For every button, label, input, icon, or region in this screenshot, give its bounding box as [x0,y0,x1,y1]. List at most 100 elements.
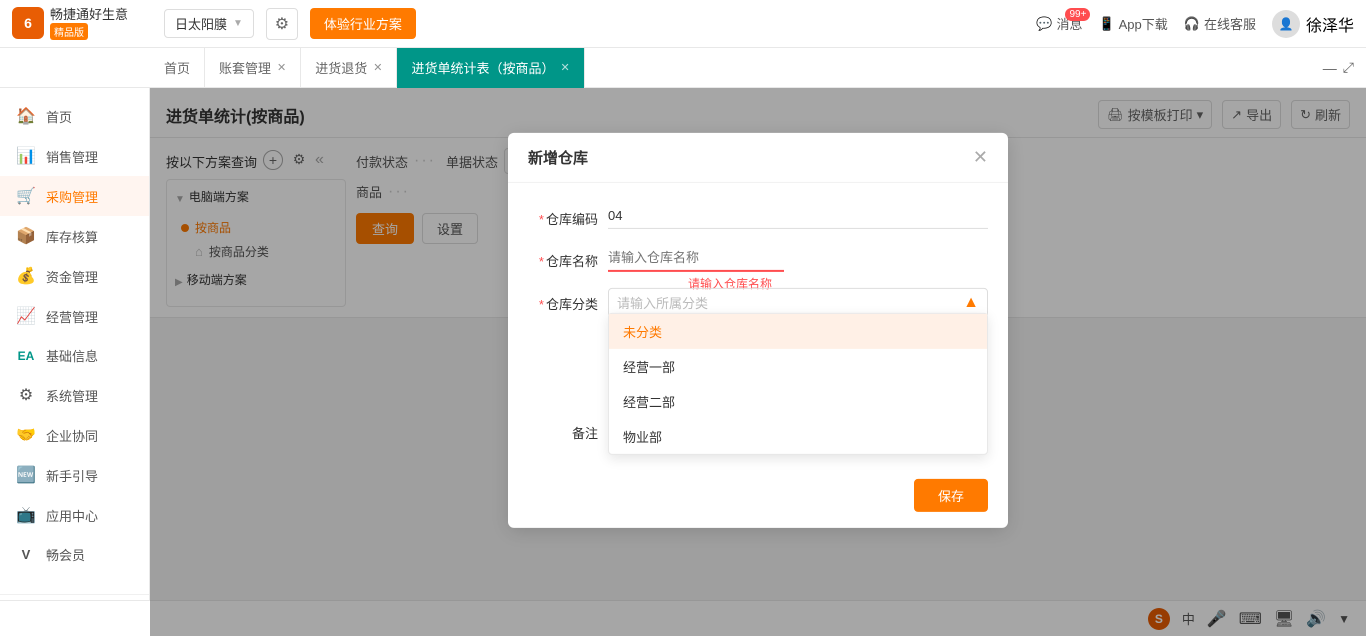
dropdown-option-dept2[interactable]: 经营二部 [609,384,987,419]
operation-icon: 📈 [16,306,36,326]
content-area: 进货单统计(按商品) 🖨 按模板打印 ▾ ↗ 导出 ↻ 刷新 [150,88,1366,636]
add-warehouse-modal: 新增仓库 ✕ *仓库编码 *仓库名称 [508,133,1008,528]
headset-icon: 🎧 [1184,16,1200,32]
sidebar-item-system[interactable]: ⚙ 系统管理 [0,375,149,415]
sidebar-guide-label: 新手引导 [46,466,98,485]
message-icon: 💬 [1036,16,1052,32]
messages-button[interactable]: 💬 消息 99+ [1036,14,1082,33]
tab-window-controls: — ⤢ [1323,59,1366,76]
sidebar-item-inventory[interactable]: 📦 库存核算 [0,216,149,256]
warehouse-category-row: *仓库分类 请输入所属分类 ▲ 未分类 经营一部 经营二部 物业部 [528,288,988,317]
guide-icon: 🆕 [16,465,36,485]
sidebar-item-operation[interactable]: 📈 经营管理 [0,296,149,336]
finance-icon: 💰 [16,266,36,286]
sidebar-item-collab[interactable]: 🤝 企业协同 [0,415,149,455]
sidebar-member-label: 畅会员 [46,545,85,564]
maximize-icon[interactable]: ⤢ [1343,59,1354,76]
tab-account[interactable]: 账套管理 ✕ [205,48,301,88]
warehouse-code-input[interactable] [608,203,988,229]
header-right: 💬 消息 99+ 📱 App下载 🎧 在线客服 👤 徐泽华 [1036,10,1354,38]
modal-footer: 保存 [508,469,1008,528]
sidebar: 🏠 首页 📊 销售管理 🛒 采购管理 📦 库存核算 💰 资金管理 📈 经营管理 … [0,88,150,636]
modal-title: 新增仓库 [528,147,588,168]
category-placeholder: 请输入所属分类 [617,293,708,312]
user-avatar: 👤 [1272,10,1300,38]
sidebar-collab-label: 企业协同 [46,426,98,445]
modal-close-button[interactable]: ✕ [973,147,988,168]
sidebar-base-info-label: 基础信息 [46,346,98,365]
chevron-up-icon: ▲ [963,293,979,311]
apps-icon: 📺 [16,505,36,525]
logo-area: 6 畅捷通好生意 精品版 [12,7,152,41]
inventory-icon: 📦 [16,226,36,246]
sidebar-item-apps[interactable]: 📺 应用中心 [0,495,149,535]
sidebar-finance-label: 资金管理 [46,267,98,286]
member-icon: V [16,547,36,562]
notification-badge: 99+ [1065,8,1090,21]
tab-purchase-stat[interactable]: 进货单统计表（按商品） ✕ [397,48,584,88]
sidebar-home-label: 首页 [46,107,72,126]
user-name: 徐泽华 [1306,12,1354,36]
dropdown-option-property[interactable]: 物业部 [609,419,987,454]
app-download-button[interactable]: 📱 App下载 [1098,14,1167,33]
sidebar-item-member[interactable]: V 畅会员 [0,535,149,574]
sidebar-item-finance[interactable]: 💰 资金管理 [0,256,149,296]
chevron-down-icon: ▼ [233,18,243,29]
online-service-label: 在线客服 [1204,14,1256,33]
main-layout: 🏠 首页 📊 销售管理 🛒 采购管理 📦 库存核算 💰 资金管理 📈 经营管理 … [0,88,1366,636]
warehouse-name-input[interactable] [608,245,784,272]
tab-purchase-return[interactable]: 进货退货 ✕ [301,48,397,88]
sidebar-item-purchase[interactable]: 🛒 采购管理 [0,176,149,216]
minimize-icon[interactable]: — [1323,60,1337,76]
tab-home[interactable]: 首页 [150,48,205,88]
note-label: 备注 [528,417,608,442]
store-selector[interactable]: 日太阳膜 ▼ [164,9,254,38]
modal-header: 新增仓库 ✕ [508,133,1008,183]
category-label: *仓库分类 [528,288,608,313]
purchase-icon: 🛒 [16,186,36,206]
sidebar-sales-label: 销售管理 [46,147,98,166]
tab-purchase-stat-label: 进货单统计表（按商品） [411,58,554,77]
sidebar-item-base-info[interactable]: EA 基础信息 [0,336,149,375]
warehouse-code-row: *仓库编码 [528,203,988,229]
warehouse-name-wrap: 请输入仓库名称 [608,245,988,272]
user-area[interactable]: 👤 徐泽华 [1272,10,1354,38]
logo-text: 畅捷通好生意 [50,7,128,24]
top-header: 6 畅捷通好生意 精品版 日太阳膜 ▼ ⚙ 体验行业方案 💬 消息 99+ 📱 … [0,0,1366,48]
tab-purchase-return-label: 进货退货 [315,58,367,77]
modal-body: *仓库编码 *仓库名称 请输入仓库名称 [508,183,1008,469]
save-button[interactable]: 保存 [914,479,988,512]
collab-icon: 🤝 [16,425,36,445]
dropdown-option-dept1[interactable]: 经营一部 [609,349,987,384]
tab-account-label: 账套管理 [219,58,271,77]
sidebar-system-label: 系统管理 [46,386,98,405]
logo-text-block: 畅捷通好生意 精品版 [50,7,128,41]
base-info-icon: EA [16,349,36,363]
edition-badge: 精品版 [50,23,88,40]
sidebar-item-sales[interactable]: 📊 销售管理 [0,136,149,176]
sales-icon: 📊 [16,146,36,166]
tab-purchase-return-close[interactable]: ✕ [373,61,382,74]
online-service-button[interactable]: 🎧 在线客服 [1184,14,1256,33]
logo-icon: 6 [12,7,44,39]
trial-button[interactable]: 体验行业方案 [310,8,416,39]
tab-purchase-stat-close[interactable]: ✕ [561,61,570,74]
category-dropdown: 未分类 经营一部 经营二部 物业部 [608,313,988,455]
gear-icon: ⚙ [275,14,289,34]
settings-button[interactable]: ⚙ [266,8,298,40]
tab-home-label: 首页 [164,58,190,77]
sidebar-operation-label: 经营管理 [46,307,98,326]
warehouse-name-row: *仓库名称 请输入仓库名称 [528,245,988,272]
sidebar-item-guide[interactable]: 🆕 新手引导 [0,455,149,495]
store-name: 日太阳膜 [175,14,227,33]
sidebar-item-home[interactable]: 🏠 首页 [0,96,149,136]
app-download-label: App下载 [1119,14,1168,33]
code-label: *仓库编码 [528,203,608,228]
dropdown-option-uncategorized[interactable]: 未分类 [609,314,987,349]
tab-account-close[interactable]: ✕ [277,61,286,74]
sidebar-apps-label: 应用中心 [46,506,98,525]
name-label: *仓库名称 [528,245,608,270]
tab-bar: 首页 账套管理 ✕ 进货退货 ✕ 进货单统计表（按商品） ✕ — ⤢ [0,48,1366,88]
phone-icon: 📱 [1098,16,1114,32]
sidebar-inventory-label: 库存核算 [46,227,98,246]
